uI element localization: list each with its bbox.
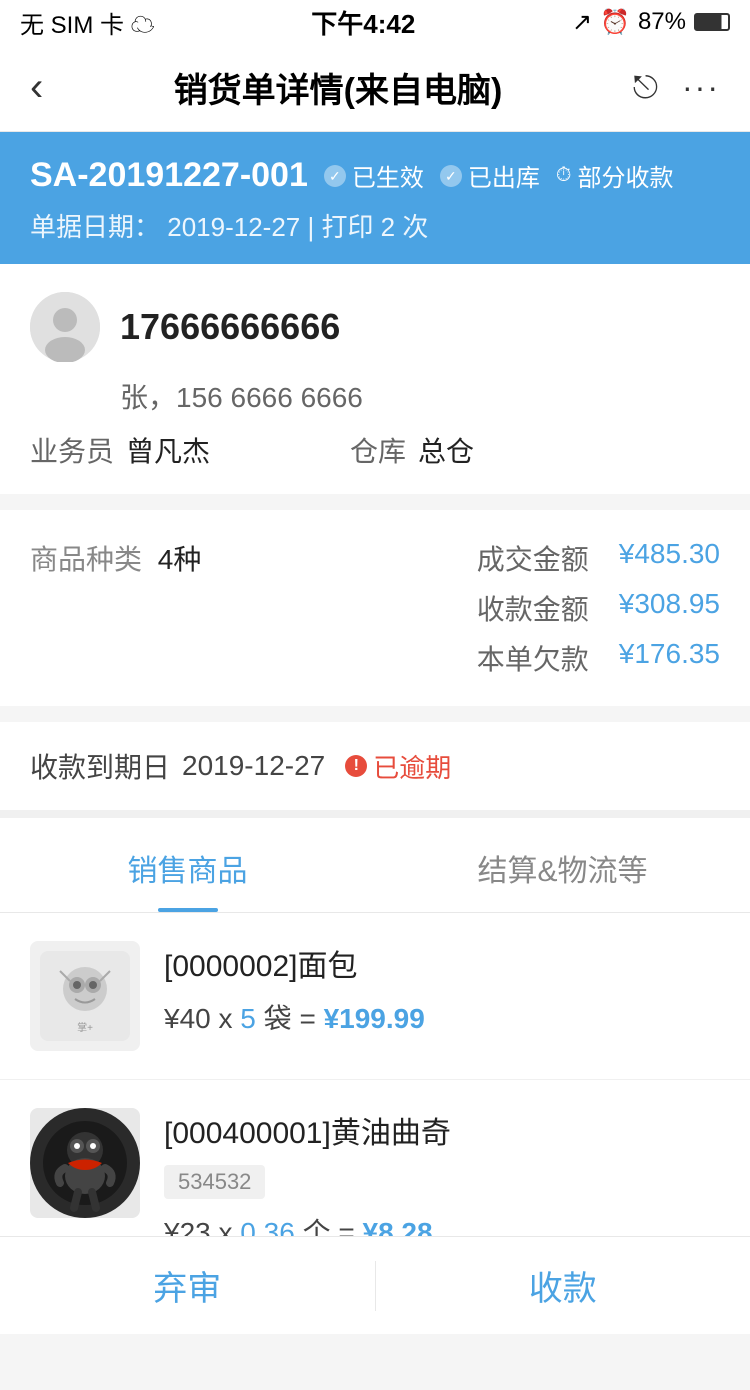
order-id: SA-20191227-001 (30, 156, 308, 195)
price-total-1: ¥199.99 (324, 1003, 425, 1034)
deal-label: 成交金额 (477, 538, 589, 578)
type-count: 4种 (158, 544, 202, 575)
due-section: 收款到期日 2019-12-27 ! 已逾期 (0, 722, 750, 818)
receive-label: 收款金额 (477, 588, 589, 628)
warehouse-meta: 仓库 总仓 (350, 430, 474, 470)
sim-label: 无 SIM 卡 ☁ (20, 5, 155, 40)
badge-shipped: 已出库 (440, 158, 540, 193)
debt-row: 本单欠款 ¥176.35 (477, 638, 720, 678)
location-icon: ↗ (572, 8, 592, 37)
product-sku-2: 534532 (164, 1165, 265, 1199)
deal-value: ¥485.30 (619, 538, 720, 578)
badge-effective: 已生效 (324, 158, 424, 193)
product-info-1: [0000002]面包 ¥40 x 5 袋 = ¥199.99 (164, 941, 720, 1037)
order-date-row: 单据日期： 2019-12-27 | 打印 2 次 (30, 207, 720, 244)
debt-value: ¥176.35 (619, 638, 720, 678)
customer-id: 17666666666 (120, 306, 340, 348)
product-price-1: ¥40 x 5 袋 = ¥199.99 (164, 997, 720, 1037)
tab-bar: 销售商品 结算&物流等 (0, 818, 750, 913)
badge-partial-payment: 部分收款 (556, 158, 674, 193)
status-right: ↗ ⏰ 87% (572, 8, 730, 37)
product-thumbnail-2 (30, 1108, 140, 1218)
overdue-label: 已逾期 (373, 748, 451, 785)
tab-settlement-logistics[interactable]: 结算&物流等 (375, 818, 750, 912)
summary-right: 成交金额 ¥485.30 收款金额 ¥308.95 本单欠款 ¥176.35 (477, 538, 720, 678)
avatar (30, 292, 100, 362)
collect-payment-button[interactable]: 收款 (376, 1241, 750, 1330)
date-label: 单据日期： (30, 212, 160, 242)
summary-section: 商品种类 4种 成交金额 ¥485.30 收款金额 ¥308.95 本单欠款 ¥… (0, 510, 750, 706)
status-time: 下午4:42 (311, 4, 415, 41)
customer-meta: 业务员 曾凡杰 仓库 总仓 (30, 430, 720, 470)
deal-row: 成交金额 ¥485.30 (477, 538, 720, 578)
alarm-icon: ⏰ (600, 8, 630, 37)
type-label: 商品种类 (30, 544, 142, 575)
product-image-2 (30, 1108, 140, 1218)
customer-section: 17666666666 张，156 6666 6666 业务员 曾凡杰 仓库 总… (0, 264, 750, 494)
back-button[interactable]: ‹ (30, 65, 43, 110)
nav-bar: ‹ 销货单详情(来自电脑) ⎋ ··· (0, 44, 750, 132)
tab-sales-products[interactable]: 销售商品 (0, 818, 375, 912)
price-base-1: ¥40 (164, 1003, 211, 1034)
debt-label: 本单欠款 (477, 638, 589, 678)
sales-label: 业务员 (30, 430, 114, 470)
nav-icons: ⎋ ··· (633, 69, 720, 107)
summary-left: 商品种类 4种 (30, 538, 201, 578)
product-image-1: 掌+ (40, 951, 130, 1041)
receive-row: 收款金额 ¥308.95 (477, 588, 720, 628)
abandon-review-button[interactable]: 弃审 (0, 1241, 375, 1330)
warehouse-label: 仓库 (350, 430, 406, 470)
customer-name-phone: 张，156 6666 6666 (120, 376, 720, 416)
battery-label: 87% (638, 8, 686, 36)
overdue-dot-icon: ! (345, 755, 367, 777)
price-unit-1: 袋 (264, 1003, 292, 1034)
due-label: 收款到期日 (30, 746, 170, 786)
order-date: 2019-12-27 (167, 212, 300, 242)
more-icon[interactable]: ··· (682, 69, 720, 106)
bottom-bar: 弃审 收款 (0, 1236, 750, 1334)
order-header: SA-20191227-001 已生效 已出库 部分收款 单据日期： 2019-… (0, 132, 750, 264)
order-id-row: SA-20191227-001 已生效 已出库 部分收款 (30, 156, 720, 195)
print-info: | 打印 2 次 (307, 212, 428, 242)
list-item: 掌+ [0000002]面包 ¥40 x 5 袋 = ¥199.99 (0, 913, 750, 1080)
svg-text:掌+: 掌+ (77, 1022, 93, 1034)
product-list: 掌+ [0000002]面包 ¥40 x 5 袋 = ¥199.99 (0, 913, 750, 1280)
product-name-2: [000400001]黄油曲奇 (164, 1108, 720, 1152)
product-thumbnail-1: 掌+ (30, 941, 140, 1051)
share-icon[interactable]: ⎋ (633, 69, 658, 107)
product-info-2: [000400001]黄油曲奇 534532 ¥23 x 0.36 个 = ¥8… (164, 1108, 720, 1251)
customer-row: 17666666666 (30, 292, 720, 362)
page-title: 销货单详情(来自电脑) (174, 63, 503, 112)
warehouse-value: 总仓 (418, 430, 474, 470)
status-bar: 无 SIM 卡 ☁ 下午4:42 ↗ ⏰ 87% (0, 0, 750, 44)
sales-meta: 业务员 曾凡杰 (30, 430, 210, 470)
receive-value: ¥308.95 (619, 588, 720, 628)
status-left: 无 SIM 卡 ☁ (20, 5, 155, 40)
battery-icon (694, 13, 730, 31)
overdue-badge: ! 已逾期 (345, 748, 451, 785)
sales-value: 曾凡杰 (126, 430, 210, 470)
product-name-1: [0000002]面包 (164, 941, 720, 985)
price-qty-1: 5 (240, 1003, 256, 1034)
due-date: 2019-12-27 (182, 750, 325, 782)
